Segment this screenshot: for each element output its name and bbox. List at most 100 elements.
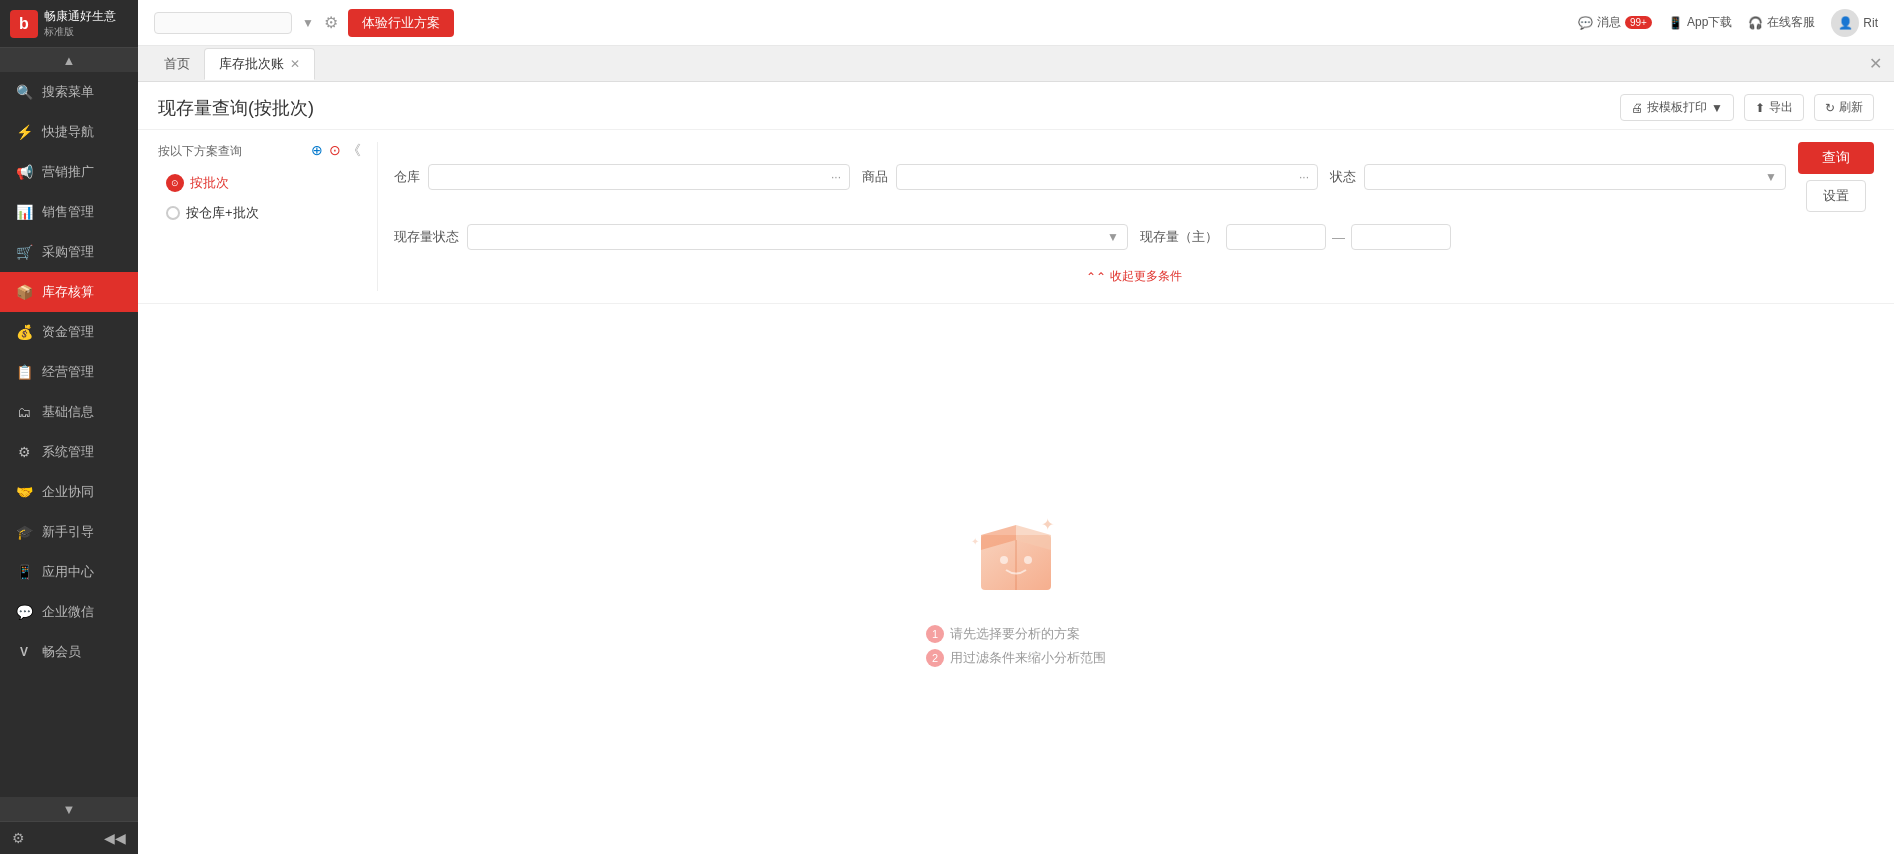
- messages-badge: 99+: [1625, 16, 1652, 29]
- sidebar-item-operations[interactable]: 📋 经营管理: [0, 352, 138, 392]
- system-icon: ⚙: [14, 442, 34, 462]
- enterprise-icon: 🤝: [14, 482, 34, 502]
- empty-illustration: ✦ ✦: [956, 485, 1076, 605]
- purchase-icon: 🛒: [14, 242, 34, 262]
- basic-info-icon: 🗂: [14, 402, 34, 422]
- search-input[interactable]: [163, 16, 283, 30]
- sidebar-item-sales[interactable]: 📊 销售管理: [0, 192, 138, 232]
- sidebar-header: b 畅康通好生意 标准版: [0, 0, 138, 48]
- filter-group-product: 商品 ···: [862, 164, 1318, 190]
- warehouse-label: 仓库: [394, 168, 420, 186]
- sidebar-item-app-center[interactable]: 📱 应用中心: [0, 552, 138, 592]
- warehouse-input[interactable]: ···: [428, 164, 850, 190]
- product-label: 商品: [862, 168, 888, 186]
- tab-home-label: 首页: [164, 55, 190, 73]
- query-button[interactable]: 查询: [1798, 142, 1874, 174]
- sidebar-item-system[interactable]: ⚙ 系统管理: [0, 432, 138, 472]
- sidebar-scroll-up[interactable]: ▲: [0, 48, 138, 72]
- qty-min-input[interactable]: [1226, 224, 1326, 250]
- add-scheme-icon[interactable]: ⊕: [311, 142, 323, 160]
- topbar-gear-icon[interactable]: ⚙: [324, 13, 338, 32]
- sidebar-logo: b 畅康通好生意 标准版: [10, 8, 128, 39]
- online-service-label: 在线客服: [1767, 14, 1815, 31]
- refresh-btn[interactable]: ↻ 刷新: [1814, 94, 1874, 121]
- inventory-status-arrow-icon: ▼: [1107, 230, 1119, 244]
- empty-box-svg: ✦ ✦: [956, 485, 1076, 605]
- user-avatar: 👤: [1831, 9, 1859, 37]
- export-icon: ⬆: [1755, 101, 1765, 115]
- sidebar: b 畅康通好生意 标准版 ▲ 🔍 搜索菜单 ⚡ 快捷导航 📢 营销推广 📊 销售…: [0, 0, 138, 854]
- collapse-filter-icon[interactable]: 《: [347, 142, 361, 160]
- messages-btn[interactable]: 💬 消息 99+: [1578, 14, 1652, 31]
- svg-text:✦: ✦: [1041, 516, 1054, 533]
- sidebar-item-newbie[interactable]: 🎓 新手引导: [0, 512, 138, 552]
- sidebar-item-wechat[interactable]: 💬 企业微信: [0, 592, 138, 632]
- empty-hints-list: 1 请先选择要分析的方案 2 用过滤条件来缩小分析范围: [926, 625, 1106, 673]
- dropdown-arrow-icon[interactable]: ▼: [302, 16, 314, 30]
- batch-active-icon: ⊙: [166, 174, 184, 192]
- refresh-icon: ↻: [1825, 101, 1835, 115]
- sidebar-item-basic-info[interactable]: 🗂 基础信息: [0, 392, 138, 432]
- collapse-sidebar-icon[interactable]: ◀◀: [104, 830, 126, 846]
- filter-group-warehouse: 仓库 ···: [394, 164, 850, 190]
- headset-icon: 🎧: [1748, 16, 1763, 30]
- qty-max-input[interactable]: [1351, 224, 1451, 250]
- print-dropdown-icon: ▼: [1711, 101, 1723, 115]
- filter-option-warehouse-batch[interactable]: 按仓库+批次: [158, 198, 361, 228]
- inventory-status-select[interactable]: ▼: [467, 224, 1128, 250]
- collapse-chevron-icon: ⌃⌃: [1086, 270, 1106, 284]
- hint-2: 2 用过滤条件来缩小分析范围: [926, 649, 1106, 667]
- app-download-btn[interactable]: 📱 App下载: [1668, 14, 1732, 31]
- settings-icon[interactable]: ⚙: [12, 830, 25, 846]
- topbar-left: ▼ ⚙ 体验行业方案: [154, 9, 454, 37]
- app-logo-icon: b: [10, 10, 38, 38]
- product-input[interactable]: ···: [896, 164, 1318, 190]
- operations-icon: 📋: [14, 362, 34, 382]
- sidebar-item-inventory[interactable]: 📦 库存核算: [0, 272, 138, 312]
- online-service-btn[interactable]: 🎧 在线客服: [1748, 14, 1815, 31]
- topbar-right: 💬 消息 99+ 📱 App下载 🎧 在线客服 👤 Rit: [1578, 9, 1878, 37]
- filter-group-inventory-status: 现存量状态 ▼: [394, 224, 1128, 250]
- inventory-icon: 📦: [14, 282, 34, 302]
- search-menu-icon: 🔍: [14, 82, 34, 102]
- sidebar-item-search[interactable]: 🔍 搜索菜单: [0, 72, 138, 112]
- filter-option-batch[interactable]: ⊙ 按批次: [158, 168, 361, 198]
- finance-icon: 💰: [14, 322, 34, 342]
- topbar-search-box[interactable]: [154, 12, 292, 34]
- collapse-more-btn[interactable]: ⌃⌃ 收起更多条件: [394, 262, 1874, 291]
- status-label: 状态: [1330, 168, 1356, 186]
- print-icon: 🖨: [1631, 101, 1643, 115]
- sidebar-item-member[interactable]: V 畅会员: [0, 632, 138, 672]
- product-dots-icon: ···: [1299, 170, 1309, 184]
- tab-panel-close-icon[interactable]: ✕: [1869, 54, 1882, 73]
- sidebar-item-quick-nav[interactable]: ⚡ 快捷导航: [0, 112, 138, 152]
- tab-home[interactable]: 首页: [150, 49, 204, 79]
- tab-inventory-batch-label: 库存批次账: [219, 55, 284, 73]
- main-area: ▼ ⚙ 体验行业方案 💬 消息 99+ 📱 App下载 🎧 在线客服 👤 Rit: [138, 0, 1894, 854]
- status-arrow-icon: ▼: [1765, 170, 1777, 184]
- range-dash: —: [1332, 230, 1345, 245]
- filter-range-qty: —: [1226, 224, 1451, 250]
- export-btn[interactable]: ⬆ 导出: [1744, 94, 1804, 121]
- trial-button[interactable]: 体验行业方案: [348, 9, 454, 37]
- print-template-btn[interactable]: 🖨 按模板打印 ▼: [1620, 94, 1734, 121]
- status-select[interactable]: ▼: [1364, 164, 1786, 190]
- user-avatar-btn[interactable]: 👤 Rit: [1831, 9, 1878, 37]
- sidebar-footer: ⚙ ◀◀: [0, 821, 138, 854]
- tab-inventory-batch[interactable]: 库存批次账 ✕: [204, 48, 315, 80]
- sidebar-item-purchase[interactable]: 🛒 采购管理: [0, 232, 138, 272]
- sidebar-item-marketing[interactable]: 📢 营销推广: [0, 152, 138, 192]
- sidebar-scroll-down[interactable]: ▼: [0, 797, 138, 821]
- app-download-label: App下载: [1687, 14, 1732, 31]
- sidebar-item-finance[interactable]: 💰 资金管理: [0, 312, 138, 352]
- content-area: 现存量查询(按批次) 🖨 按模板打印 ▼ ⬆ 导出 ↻ 刷新: [138, 82, 1894, 854]
- member-icon: V: [14, 642, 34, 662]
- tab-close-icon[interactable]: ✕: [290, 57, 300, 71]
- inventory-qty-label: 现存量（主）: [1140, 228, 1218, 246]
- settings-scheme-icon[interactable]: ⊙: [329, 142, 341, 160]
- empty-state: ✦ ✦ 1 请先选择要分析的方案 2 用过滤条件来缩小分析范围: [138, 304, 1894, 854]
- setting-button[interactable]: 设置: [1806, 180, 1866, 212]
- sidebar-item-enterprise[interactable]: 🤝 企业协同: [0, 472, 138, 512]
- filter-group-inventory-qty: 现存量（主） —: [1140, 224, 1874, 250]
- hint-2-text: 用过滤条件来缩小分析范围: [950, 649, 1106, 667]
